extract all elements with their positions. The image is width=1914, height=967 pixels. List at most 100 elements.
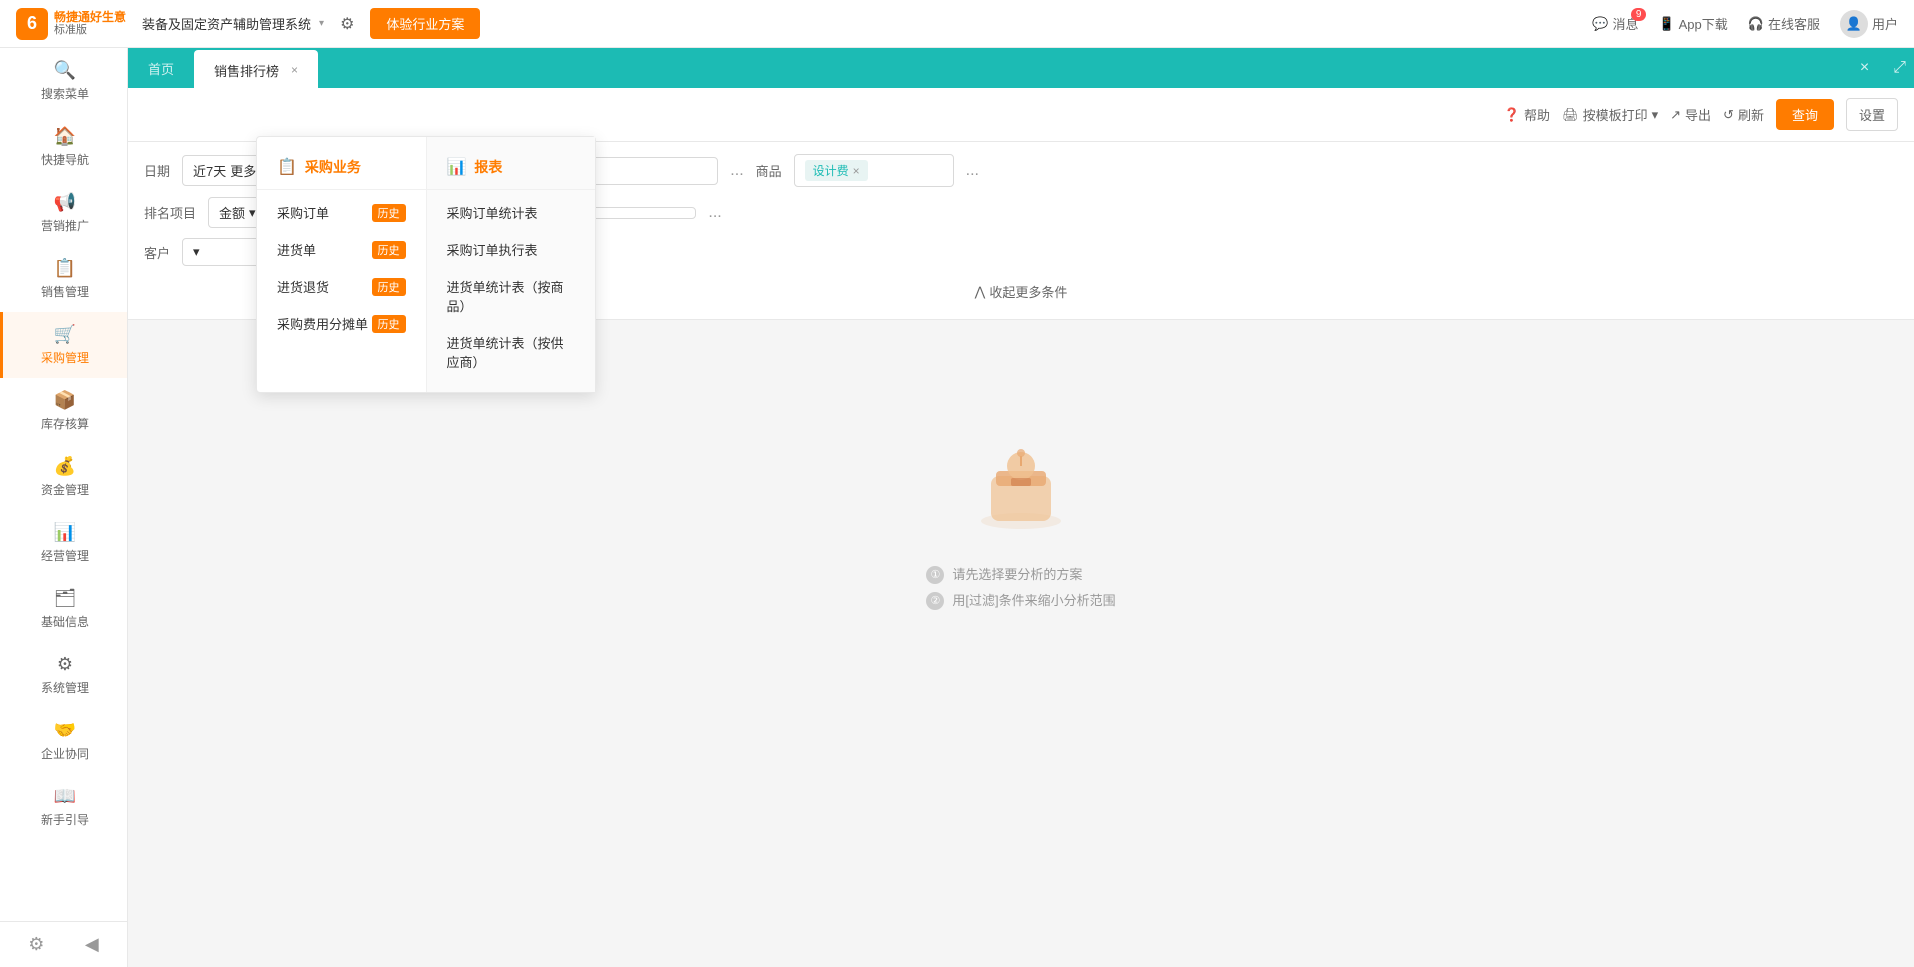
customer-arrow: ▾ [193, 244, 200, 260]
salesperson-dots[interactable]: ... [708, 204, 721, 222]
cost-allocation-history[interactable]: 历史 [372, 315, 406, 333]
print-btn[interactable]: 🖨 按模板打印 ▾ [1562, 105, 1658, 124]
sidebar-item-basic-info[interactable]: 🗂 基础信息 [0, 576, 127, 642]
goods-tag[interactable]: 设计费 × [805, 160, 868, 181]
export-btn[interactable]: ↗ 导出 [1670, 105, 1711, 124]
rank-item-arrow: ▾ [249, 205, 256, 221]
sidebar-item-quick-nav[interactable]: 🏠 快捷导航 [0, 114, 127, 180]
sidebar-item-guide[interactable]: 📖 新手引导 [0, 774, 127, 840]
enterprise-icon: 🤝 [54, 720, 76, 741]
user-btn[interactable]: 👤 用户 [1840, 10, 1898, 38]
date-more-label: 更多 [230, 161, 256, 180]
tab-expand-btn[interactable]: ⤢ [1885, 59, 1914, 77]
content-toolbar: ❓ 帮助 🖨 按模板打印 ▾ ↗ 导出 ↺ 刷新 [128, 88, 1914, 142]
sidebar-label-finance: 资金管理 [41, 481, 89, 498]
purchase-order-history[interactable]: 历史 [372, 204, 406, 222]
sidebar-item-enterprise[interactable]: 🤝 企业协同 [0, 708, 127, 774]
step-num-2: ② [926, 592, 944, 610]
tab-bar: 首页 销售排行榜 × × ⤢ [128, 48, 1914, 88]
sidebar-item-system[interactable]: ⚙ 系统管理 [0, 642, 127, 708]
sidebar-item-sales[interactable]: 📋 销售管理 [0, 246, 127, 312]
menu-item-return[interactable]: 进货退货 历史 [257, 268, 426, 305]
help-btn[interactable]: ❓ 帮助 [1504, 105, 1550, 124]
guide-icon: 📖 [54, 786, 76, 807]
online-service-label: 在线客服 [1768, 14, 1820, 33]
sidebar-item-operations[interactable]: 📊 经营管理 [0, 510, 127, 576]
report-menu-icon: 📊 [447, 157, 467, 177]
operations-icon: 📊 [54, 522, 76, 543]
menu-item-incoming-stats-supplier[interactable]: 进货单统计表（按供应商） [427, 324, 596, 380]
return-history[interactable]: 历史 [372, 278, 406, 296]
app-download-btn[interactable]: 📱 App下载 [1658, 14, 1727, 33]
empty-text: ① 请先选择要分析的方案 ② 用[过滤]条件来缩小分析范围 [926, 562, 1115, 614]
sidebar-bottom: ⚙ ◀ [0, 921, 127, 967]
purchase-col-title: 采购业务 [305, 157, 361, 177]
logo-text: 畅捷通好生意 标准版 [54, 10, 126, 38]
sidebar-label-search: 搜索菜单 [41, 85, 89, 102]
goods-dots[interactable]: ... [966, 162, 979, 180]
sidebar-item-purchase[interactable]: 🛒 采购管理 [0, 312, 127, 378]
tab-close-icon[interactable]: × [291, 63, 298, 77]
tab-close-all-btn[interactable]: × [1844, 59, 1885, 77]
app-download-label: App下载 [1679, 14, 1728, 33]
top-bar-right: 💬 消息 9 📱 App下载 🎧 在线客服 👤 用户 [1592, 10, 1898, 38]
incoming-stats-supplier-label: 进货单统计表（按供应商） [447, 333, 576, 371]
top-settings-icon[interactable]: ⚙ [340, 14, 354, 34]
sidebar-label-marketing: 营销推广 [41, 217, 89, 234]
menu-item-incoming-stats-goods[interactable]: 进货单统计表（按商品） [427, 268, 596, 324]
voucher-status-dots[interactable]: ... [730, 162, 743, 180]
report-menu-col: 📊 报表 采购订单统计表 采购订单执行表 进货单统计表（按商品） [426, 137, 596, 392]
rank-item-value: 金额 [219, 203, 245, 222]
menu-item-incoming[interactable]: 进货单 历史 [257, 231, 426, 268]
print-label: 按模板打印 [1583, 105, 1648, 124]
basic-info-icon: 🗂 [54, 588, 77, 609]
headset-icon: 🎧 [1748, 16, 1764, 32]
menu-item-purchase-order[interactable]: 采购订单 历史 [257, 194, 426, 231]
message-btn[interactable]: 💬 消息 9 [1592, 14, 1638, 33]
rank-item-label: 排名项目 [144, 203, 196, 222]
purchase-col-header: 📋 采购业务 [257, 149, 426, 190]
goods-tag-remove[interactable]: × [853, 164, 860, 178]
order-exec-label: 采购订单执行表 [447, 240, 538, 259]
sidebar-settings-btn[interactable]: ⚙ [28, 934, 44, 955]
incoming-stats-goods-label: 进货单统计表（按商品） [447, 277, 576, 315]
empty-step2-text: 用[过滤]条件来缩小分析范围 [952, 588, 1115, 614]
tab-home[interactable]: 首页 [128, 48, 194, 88]
date-label: 日期 [144, 161, 170, 180]
refresh-btn[interactable]: ↺ 刷新 [1723, 105, 1764, 124]
sidebar-label-enterprise: 企业协同 [41, 745, 89, 762]
sidebar-item-inventory[interactable]: 📦 库存核算 [0, 378, 127, 444]
tab-sales-ranking-label: 销售排行榜 [214, 61, 279, 80]
empty-illustration [961, 426, 1081, 546]
settings-button[interactable]: 设置 [1846, 98, 1898, 131]
incoming-label: 进货单 [277, 240, 316, 259]
empty-step1-text: 请先选择要分析的方案 [952, 562, 1082, 588]
purchase-menu-icon: 📋 [277, 157, 297, 177]
menu-item-order-stats[interactable]: 采购订单统计表 [427, 194, 596, 231]
sidebar-collapse-btn[interactable]: ◀ [85, 934, 99, 955]
user-avatar: 👤 [1840, 10, 1868, 38]
online-service-btn[interactable]: 🎧 在线客服 [1748, 14, 1820, 33]
incoming-history[interactable]: 历史 [372, 241, 406, 259]
system-dropdown-arrow[interactable]: ▾ [319, 18, 324, 29]
sidebar-label-sales: 销售管理 [41, 283, 89, 300]
top-bar: 6 畅捷通好生意 标准版 装备及固定资产辅助管理系统 ▾ ⚙ 体验行业方案 💬 … [0, 0, 1914, 48]
goods-input[interactable]: 设计费 × [794, 154, 954, 187]
sidebar-label-purchase: 采购管理 [41, 349, 89, 366]
inventory-icon: 📦 [54, 390, 76, 411]
menu-item-cost-allocation[interactable]: 采购费用分摊单 历史 [257, 305, 426, 342]
report-col-header: 📊 报表 [427, 149, 596, 190]
order-stats-label: 采购订单统计表 [447, 203, 538, 222]
sidebar: 🔍 搜索菜单 🏠 快捷导航 📢 营销推广 📋 销售管理 🛒 采购管理 📦 [0, 48, 128, 967]
sidebar-item-marketing[interactable]: 📢 营销推广 [0, 180, 127, 246]
trial-button[interactable]: 体验行业方案 [370, 8, 480, 39]
collapse-btn[interactable]: ⋀ 收起更多条件 [959, 276, 1084, 307]
tab-sales-ranking[interactable]: 销售排行榜 × [194, 50, 318, 90]
menu-item-order-exec[interactable]: 采购订单执行表 [427, 231, 596, 268]
main-content: ❓ 帮助 🖨 按模板打印 ▾ ↗ 导出 ↺ 刷新 [128, 88, 1914, 967]
collapse-btn-label: 收起更多条件 [989, 282, 1067, 301]
sidebar-item-search[interactable]: 🔍 搜索菜单 [0, 48, 127, 114]
query-button[interactable]: 查询 [1776, 99, 1834, 130]
refresh-label: 刷新 [1738, 105, 1764, 124]
sidebar-item-finance[interactable]: 💰 资金管理 [0, 444, 127, 510]
